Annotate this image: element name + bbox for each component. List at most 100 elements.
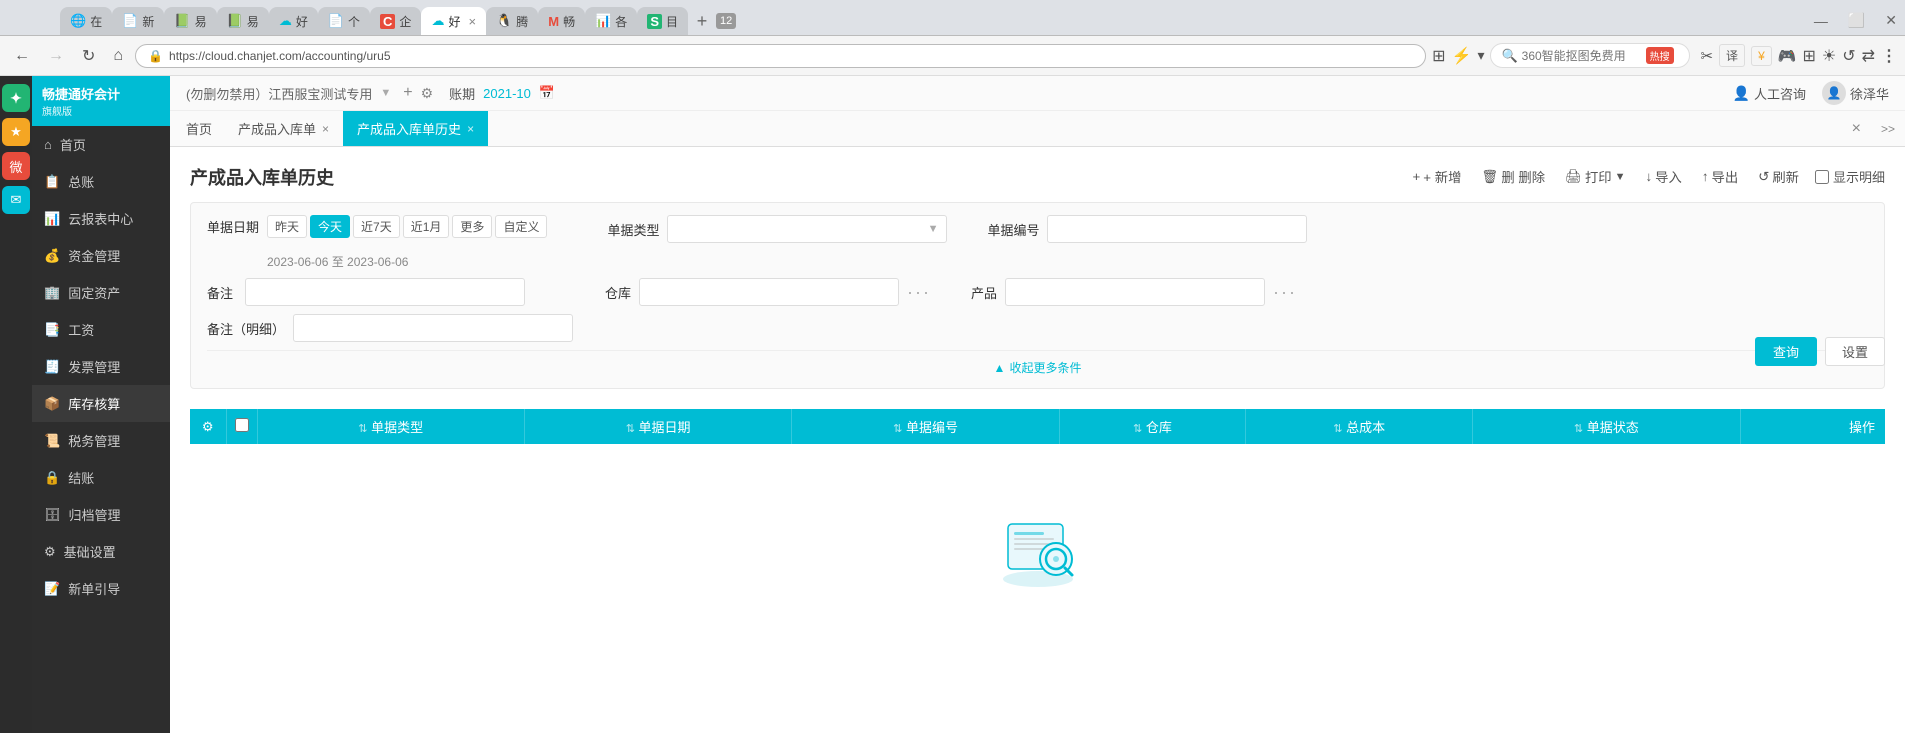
search-input[interactable]: [1522, 49, 1642, 63]
app-icon-3[interactable]: ✉: [2, 186, 30, 214]
tab-2[interactable]: 📄 新: [112, 7, 164, 35]
app-icon-1[interactable]: ★: [2, 118, 30, 146]
note-detail-input[interactable]: [293, 314, 573, 342]
maximize-btn[interactable]: ⬜: [1840, 10, 1873, 31]
refresh-page-btn[interactable]: ↺ 刷新: [1750, 163, 1807, 190]
add-btn[interactable]: + + 新增: [1404, 163, 1469, 190]
show-detail-checkbox[interactable]: [1815, 170, 1829, 184]
add-account-btn[interactable]: +: [403, 84, 412, 102]
date-yesterday-btn[interactable]: 昨天: [267, 215, 307, 238]
forward-btn[interactable]: →: [42, 45, 70, 67]
col-status-header[interactable]: ⇅ 单据状态: [1473, 409, 1740, 444]
date-7days-btn[interactable]: 近7天: [353, 215, 400, 238]
export-btn[interactable]: ↑ 导出: [1694, 163, 1746, 190]
number-input[interactable]: [1047, 215, 1307, 243]
minimize-btn[interactable]: —: [1806, 11, 1836, 31]
yuan-icon[interactable]: ¥: [1751, 46, 1772, 66]
more-icon[interactable]: ⋮: [1881, 46, 1897, 66]
sidebar-item-invoice[interactable]: 🧾 发票管理: [32, 348, 170, 385]
product-input[interactable]: [1005, 278, 1265, 306]
tab-10[interactable]: M 畅: [538, 7, 585, 35]
date-custom-btn[interactable]: 自定义: [495, 215, 547, 238]
tab-9[interactable]: 🐧 腾: [486, 7, 538, 35]
tab-7[interactable]: C 企: [370, 7, 421, 35]
tab-12[interactable]: S 目: [637, 7, 688, 35]
undo-icon[interactable]: ↺: [1842, 46, 1855, 66]
product-dots[interactable]: ···: [1273, 282, 1297, 303]
tab-5[interactable]: ☁ 好: [269, 7, 318, 35]
col-number-header[interactable]: ⇅ 单据编号: [792, 409, 1059, 444]
col-date-header[interactable]: ⇅ 单据日期: [524, 409, 791, 444]
select-all-checkbox[interactable]: [235, 418, 249, 432]
delete-btn[interactable]: 🗑 删 删除: [1473, 163, 1553, 190]
date-today-btn[interactable]: 今天: [310, 215, 350, 238]
sidebar-item-inventory[interactable]: 📦 库存核算: [32, 385, 170, 422]
tab-4[interactable]: 📗 易: [217, 7, 269, 35]
theme-icon[interactable]: ☀: [1822, 46, 1836, 66]
date-month-btn[interactable]: 近1月: [403, 215, 450, 238]
tab-8[interactable]: ☁ 好 ×: [421, 7, 486, 35]
sidebar-item-settings[interactable]: ⚙ 基础设置: [32, 533, 170, 570]
breadcrumb-home[interactable]: 首页: [174, 111, 224, 146]
query-btn[interactable]: 查询: [1755, 337, 1817, 366]
set-btn[interactable]: 设置: [1825, 337, 1885, 366]
tab-11[interactable]: 📊 各: [585, 7, 637, 35]
type-select[interactable]: ▼: [667, 215, 947, 243]
chevron-down-icon[interactable]: ▾: [1477, 47, 1484, 64]
page-tab-history[interactable]: 产成品入库单历史 ×: [343, 111, 488, 146]
sidebar-item-ledger[interactable]: 📋 总账: [32, 163, 170, 200]
close-btn[interactable]: ✕: [1877, 10, 1905, 31]
tab-6[interactable]: 📄 个: [318, 7, 370, 35]
tab-3[interactable]: 📗 易: [164, 7, 216, 35]
user-info[interactable]: 👤 徐泽华: [1822, 81, 1889, 105]
col-type-header[interactable]: ⇅ 单据类型: [257, 409, 524, 444]
sidebar-item-fund[interactable]: 💰 资金管理: [32, 237, 170, 274]
sidebar-item-fixed[interactable]: 🏢 固定资产: [32, 274, 170, 311]
tab-1[interactable]: 🌐 在: [60, 7, 112, 35]
new-tab-btn[interactable]: +: [688, 7, 716, 35]
date-more-btn[interactable]: 更多: [452, 215, 492, 238]
grid-icon[interactable]: ⊞: [1432, 46, 1445, 66]
col-checkbox-header[interactable]: [226, 409, 257, 444]
sidebar-item-home[interactable]: ⌂ 首页: [32, 126, 170, 163]
tab-8-close[interactable]: ×: [468, 14, 476, 29]
apps-icon[interactable]: ⊞: [1802, 46, 1815, 66]
scissors-icon[interactable]: ✂: [1700, 47, 1713, 65]
page-tab-list[interactable]: 产成品入库单 ×: [224, 111, 343, 146]
lightning-icon[interactable]: ⚡: [1452, 46, 1472, 66]
warehouse-dots[interactable]: ···: [907, 282, 931, 303]
sidebar-item-report[interactable]: 📊 云报表中心: [32, 200, 170, 237]
sidebar-item-archive[interactable]: 🗄 归档管理: [32, 496, 170, 533]
sync-icon[interactable]: ⇄: [1862, 46, 1875, 66]
calendar-icon[interactable]: 📅: [539, 85, 555, 101]
chanjet-icon[interactable]: ✦: [2, 84, 30, 112]
sidebar-item-checkout[interactable]: 🔒 结账: [32, 459, 170, 496]
period-value[interactable]: 2021-10: [483, 86, 531, 101]
collapse-right-btn[interactable]: >>: [1871, 114, 1905, 144]
warehouse-input[interactable]: [639, 278, 899, 306]
print-dropdown-icon[interactable]: ▼: [1615, 171, 1626, 183]
tab-list-close[interactable]: ×: [322, 122, 329, 136]
translate-icon[interactable]: 译: [1719, 44, 1745, 67]
print-btn[interactable]: 🖨 打印 ▼: [1557, 163, 1633, 190]
app-icon-2[interactable]: 微: [2, 152, 30, 180]
tab-history-close[interactable]: ×: [467, 122, 474, 136]
import-btn[interactable]: ↓ 导入: [1638, 163, 1690, 190]
chat-btn[interactable]: 👤 人工咨询: [1733, 84, 1806, 103]
col-cost-header[interactable]: ⇅ 总成本: [1246, 409, 1473, 444]
collapse-btn[interactable]: ▲ 收起更多条件: [994, 359, 1082, 376]
col-warehouse-header[interactable]: ⇅ 仓库: [1059, 409, 1245, 444]
note-input[interactable]: [245, 278, 525, 306]
sidebar-item-tax[interactable]: 📜 税务管理: [32, 422, 170, 459]
account-dropdown-icon[interactable]: ▼: [380, 87, 391, 99]
settings-icon[interactable]: ⚙: [421, 85, 434, 102]
col-gear-header[interactable]: ⚙: [190, 409, 226, 444]
sidebar-item-salary[interactable]: 📑 工资: [32, 311, 170, 348]
close-all-btn[interactable]: ×: [1842, 112, 1871, 146]
home-btn[interactable]: ⌂: [107, 45, 129, 67]
address-bar[interactable]: 🔒 https://cloud.chanjet.com/accounting/u…: [135, 44, 1426, 68]
refresh-btn[interactable]: ↻: [76, 44, 101, 68]
back-btn[interactable]: ←: [8, 45, 36, 67]
game-icon[interactable]: 🎮: [1778, 47, 1797, 65]
sidebar-item-newdoc[interactable]: 📝 新单引导: [32, 570, 170, 607]
